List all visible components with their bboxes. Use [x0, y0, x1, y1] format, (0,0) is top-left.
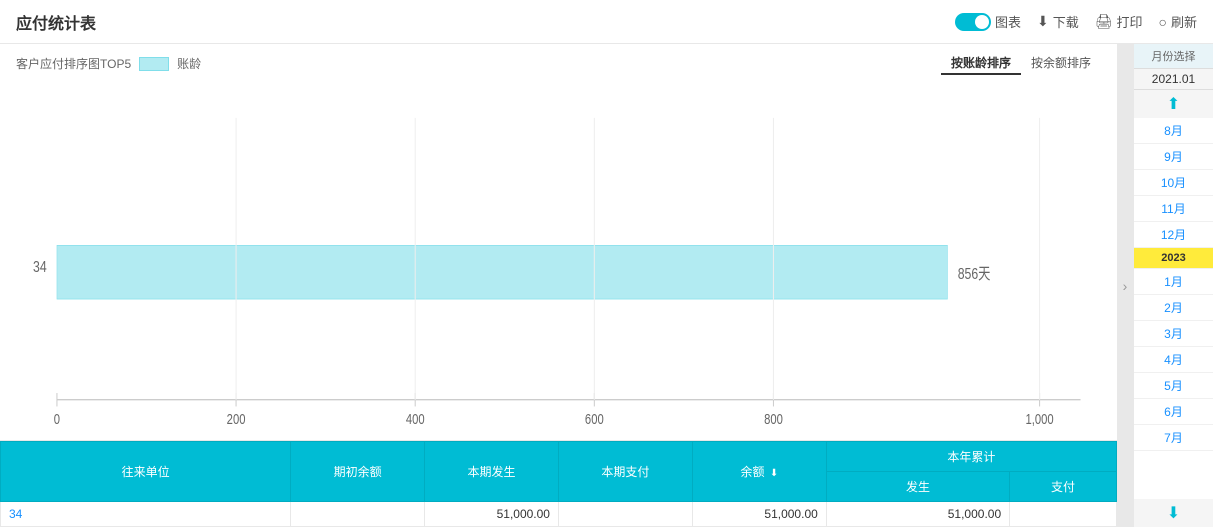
data-table: 往来单位 期初余额 本期发生 本期支付 余额 ⬇ 本年累计 发生	[0, 441, 1117, 527]
refresh-label: 刷新	[1171, 12, 1197, 31]
cell-year-pay	[1010, 502, 1117, 527]
download-button[interactable]: ⬇ 下载	[1037, 12, 1079, 31]
unit-link[interactable]: 34	[9, 507, 22, 521]
sort-by-amount-button[interactable]: 按账龄排序	[941, 52, 1021, 75]
svg-text:400: 400	[406, 410, 425, 427]
month-item[interactable]: 8月	[1134, 118, 1213, 144]
month-item[interactable]: 7月	[1134, 425, 1213, 451]
cell-balance: 51,000.00	[692, 502, 826, 527]
chevron-down-icon: ⬇	[1167, 505, 1180, 522]
year-label-2023: 2023	[1134, 248, 1213, 269]
svg-text:200: 200	[227, 410, 246, 427]
sidebar-month-list: 8月9月10月11月12月20231月2月3月4月5月6月7月	[1134, 118, 1213, 499]
sidebar-header-label: 月份选择	[1134, 44, 1213, 69]
chevron-right-icon: ›	[1123, 278, 1128, 294]
chart-area: 34 856天 0 200	[0, 83, 1117, 440]
bar-chart-svg: 34 856天 0 200	[16, 91, 1101, 440]
chart-section: 客户应付排序图TOP5 账龄 按账龄排序 按余额排序 34 856天	[0, 44, 1117, 527]
content-area: 客户应付排序图TOP5 账龄 按账龄排序 按余额排序 34 856天	[0, 44, 1213, 527]
month-item[interactable]: 5月	[1134, 373, 1213, 399]
chart-header: 客户应付排序图TOP5 账龄 按账龄排序 按余额排序	[0, 44, 1117, 83]
cell-current-occur: 51,000.00	[425, 502, 559, 527]
svg-text:0: 0	[54, 410, 60, 427]
cell-year-occur: 51,000.00	[826, 502, 1009, 527]
print-button[interactable]: 🖨 打印	[1095, 12, 1143, 31]
month-item[interactable]: 11月	[1134, 196, 1213, 222]
month-item[interactable]: 1月	[1134, 269, 1213, 295]
cell-unit: 34	[1, 502, 291, 527]
month-item[interactable]: 10月	[1134, 170, 1213, 196]
month-item[interactable]: 12月	[1134, 222, 1213, 248]
print-label: 打印	[1117, 12, 1143, 31]
legend-box-label: 账龄	[177, 55, 201, 72]
chart-toggle-item[interactable]: 图表	[955, 12, 1021, 31]
chart-toggle[interactable]	[955, 13, 991, 31]
table-row: 34 51,000.00 51,000.00 51,000.00	[1, 502, 1117, 527]
chart-legend: 客户应付排序图TOP5 账龄	[16, 55, 201, 72]
month-item[interactable]: 6月	[1134, 399, 1213, 425]
chevron-up-icon: ⬆	[1167, 96, 1180, 113]
th-year-occur: 发生	[826, 472, 1009, 502]
th-year-pay: 支付	[1010, 472, 1117, 502]
month-item[interactable]: 3月	[1134, 321, 1213, 347]
legend-title: 客户应付排序图TOP5	[16, 55, 131, 72]
th-current-occur: 本期发生	[425, 442, 559, 502]
sidebar-up-button[interactable]: ⬆	[1134, 90, 1213, 118]
table-section: 往来单位 期初余额 本期发生 本期支付 余额 ⬇ 本年累计 发生	[0, 440, 1117, 527]
chart-sort: 按账龄排序 按余额排序	[941, 52, 1101, 75]
toggle-thumb	[975, 15, 989, 29]
svg-text:1,000: 1,000	[1026, 410, 1054, 427]
print-icon: 🖨	[1095, 13, 1113, 30]
chart-label: 图表	[995, 12, 1021, 31]
th-current-pay: 本期支付	[558, 442, 692, 502]
legend-box	[139, 57, 169, 71]
month-item[interactable]: 9月	[1134, 144, 1213, 170]
svg-text:34: 34	[33, 259, 47, 277]
sidebar-down-button[interactable]: ⬇	[1134, 499, 1213, 527]
month-item[interactable]: 4月	[1134, 347, 1213, 373]
header-actions: 图表 ⬇ 下载 🖨 打印 ○ 刷新	[955, 12, 1197, 31]
th-balance: 余额 ⬇	[692, 442, 826, 502]
sort-by-balance-button[interactable]: 按余额排序	[1021, 52, 1101, 75]
download-label: 下载	[1053, 12, 1079, 31]
refresh-icon: ○	[1159, 14, 1167, 30]
svg-text:800: 800	[764, 410, 783, 427]
month-item[interactable]: 2月	[1134, 295, 1213, 321]
cell-current-pay	[558, 502, 692, 527]
month-sidebar: 月份选择 2021.01 ⬆ 8月9月10月11月12月20231月2月3月4月…	[1133, 44, 1213, 527]
main-container: 应付统计表 图表 ⬇ 下载 🖨 打印 ○ 刷新	[0, 0, 1213, 527]
balance-icon: ⬇	[770, 468, 778, 479]
sidebar-divider[interactable]: ›	[1117, 44, 1133, 527]
header: 应付统计表 图表 ⬇ 下载 🖨 打印 ○ 刷新	[0, 0, 1213, 44]
svg-text:600: 600	[585, 410, 604, 427]
download-icon: ⬇	[1037, 13, 1049, 30]
th-opening: 期初余额	[291, 442, 425, 502]
page-title: 应付统计表	[16, 10, 96, 34]
svg-text:856天: 856天	[958, 265, 991, 283]
th-year-group: 本年累计	[826, 442, 1116, 472]
refresh-button[interactable]: ○ 刷新	[1159, 12, 1197, 31]
sidebar-year-display[interactable]: 2021.01	[1134, 69, 1213, 90]
cell-opening	[291, 502, 425, 527]
th-unit: 往来单位	[1, 442, 291, 502]
